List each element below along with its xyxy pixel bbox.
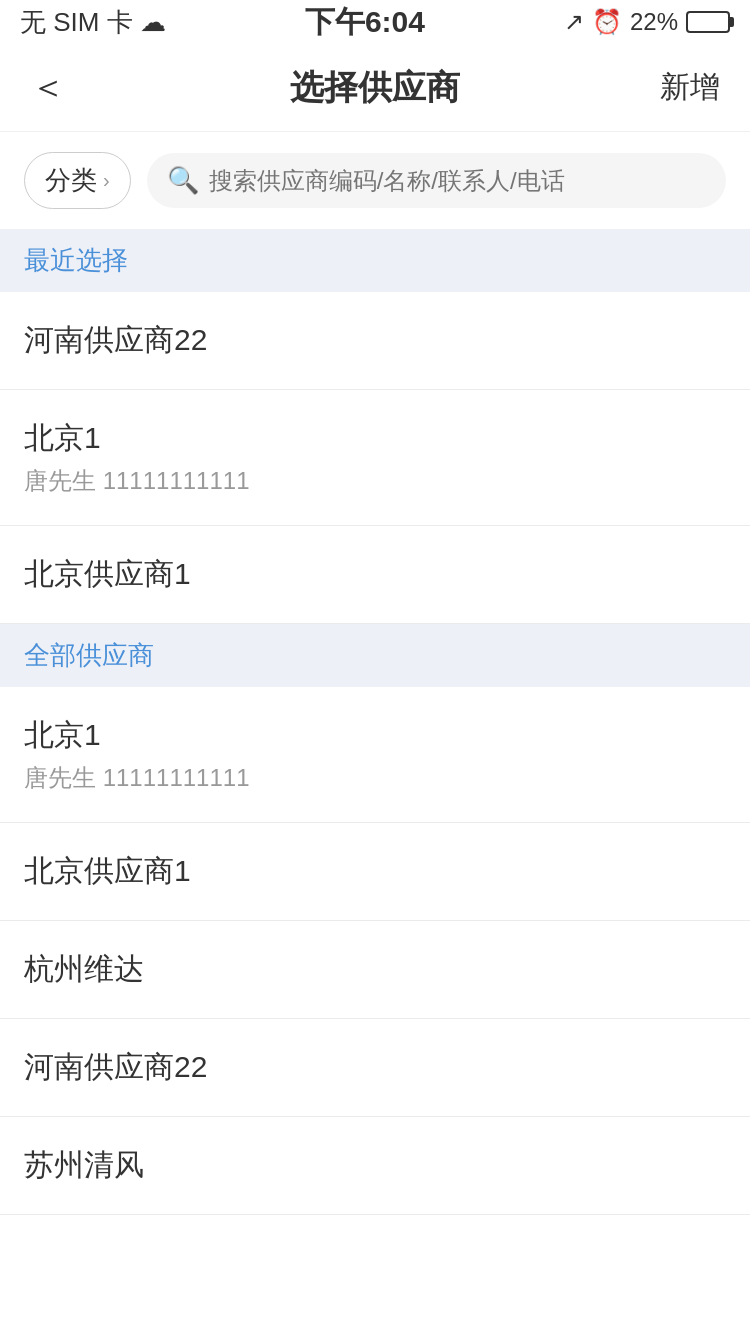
- recent-section-header: 最近选择: [0, 229, 750, 292]
- recent-list-item[interactable]: 北京1 唐先生 11111111111: [0, 390, 750, 526]
- item-name: 北京1: [24, 418, 726, 459]
- alarm-icon: ⏰: [592, 8, 622, 36]
- page-title: 选择供应商: [290, 65, 460, 111]
- back-button[interactable]: ＜: [30, 63, 90, 112]
- all-section-label: 全部供应商: [24, 640, 154, 670]
- battery-percent: 22%: [630, 8, 678, 36]
- item-sub: 唐先生 11111111111: [24, 465, 726, 497]
- search-icon: 🔍: [167, 165, 199, 196]
- recent-items-list: 河南供应商22 北京1 唐先生 11111111111 北京供应商1: [0, 292, 750, 624]
- all-list-item[interactable]: 北京供应商1: [0, 823, 750, 921]
- all-section-header: 全部供应商: [0, 624, 750, 687]
- search-input[interactable]: [209, 167, 706, 195]
- search-box: 🔍: [147, 153, 726, 208]
- nav-bar: ＜ 选择供应商 新增: [0, 44, 750, 132]
- item-sub: 唐先生 11111111111: [24, 762, 726, 794]
- item-name: 河南供应商22: [24, 320, 726, 361]
- category-label: 分类: [45, 163, 97, 198]
- item-name: 北京供应商1: [24, 851, 726, 892]
- recent-section-label: 最近选择: [24, 245, 128, 275]
- all-list-item[interactable]: 苏州清风: [0, 1117, 750, 1215]
- item-name: 河南供应商22: [24, 1047, 726, 1088]
- item-name: 北京1: [24, 715, 726, 756]
- battery-icon: [686, 11, 730, 33]
- all-list-item[interactable]: 杭州维达: [0, 921, 750, 1019]
- category-button[interactable]: 分类 ›: [24, 152, 131, 209]
- status-time: 下午6:04: [305, 2, 425, 43]
- all-list-item[interactable]: 河南供应商22: [0, 1019, 750, 1117]
- status-right: ↗ ⏰ 22%: [564, 8, 730, 36]
- item-name: 杭州维达: [24, 949, 726, 990]
- add-button[interactable]: 新增: [660, 67, 720, 108]
- filter-bar: 分类 › 🔍: [0, 132, 750, 229]
- item-name: 北京供应商1: [24, 554, 726, 595]
- location-icon: ↗: [564, 8, 584, 36]
- status-bar: 无 SIM 卡 ☁ 下午6:04 ↗ ⏰ 22%: [0, 0, 750, 44]
- chevron-right-icon: ›: [103, 169, 110, 192]
- all-list-item[interactable]: 北京1 唐先生 11111111111: [0, 687, 750, 823]
- sim-status: 无 SIM 卡 ☁: [20, 5, 166, 40]
- recent-list-item[interactable]: 河南供应商22: [0, 292, 750, 390]
- all-items-list: 北京1 唐先生 11111111111 北京供应商1 杭州维达 河南供应商22 …: [0, 687, 750, 1215]
- status-left: 无 SIM 卡 ☁: [20, 5, 166, 40]
- item-name: 苏州清风: [24, 1145, 726, 1186]
- recent-list-item[interactable]: 北京供应商1: [0, 526, 750, 624]
